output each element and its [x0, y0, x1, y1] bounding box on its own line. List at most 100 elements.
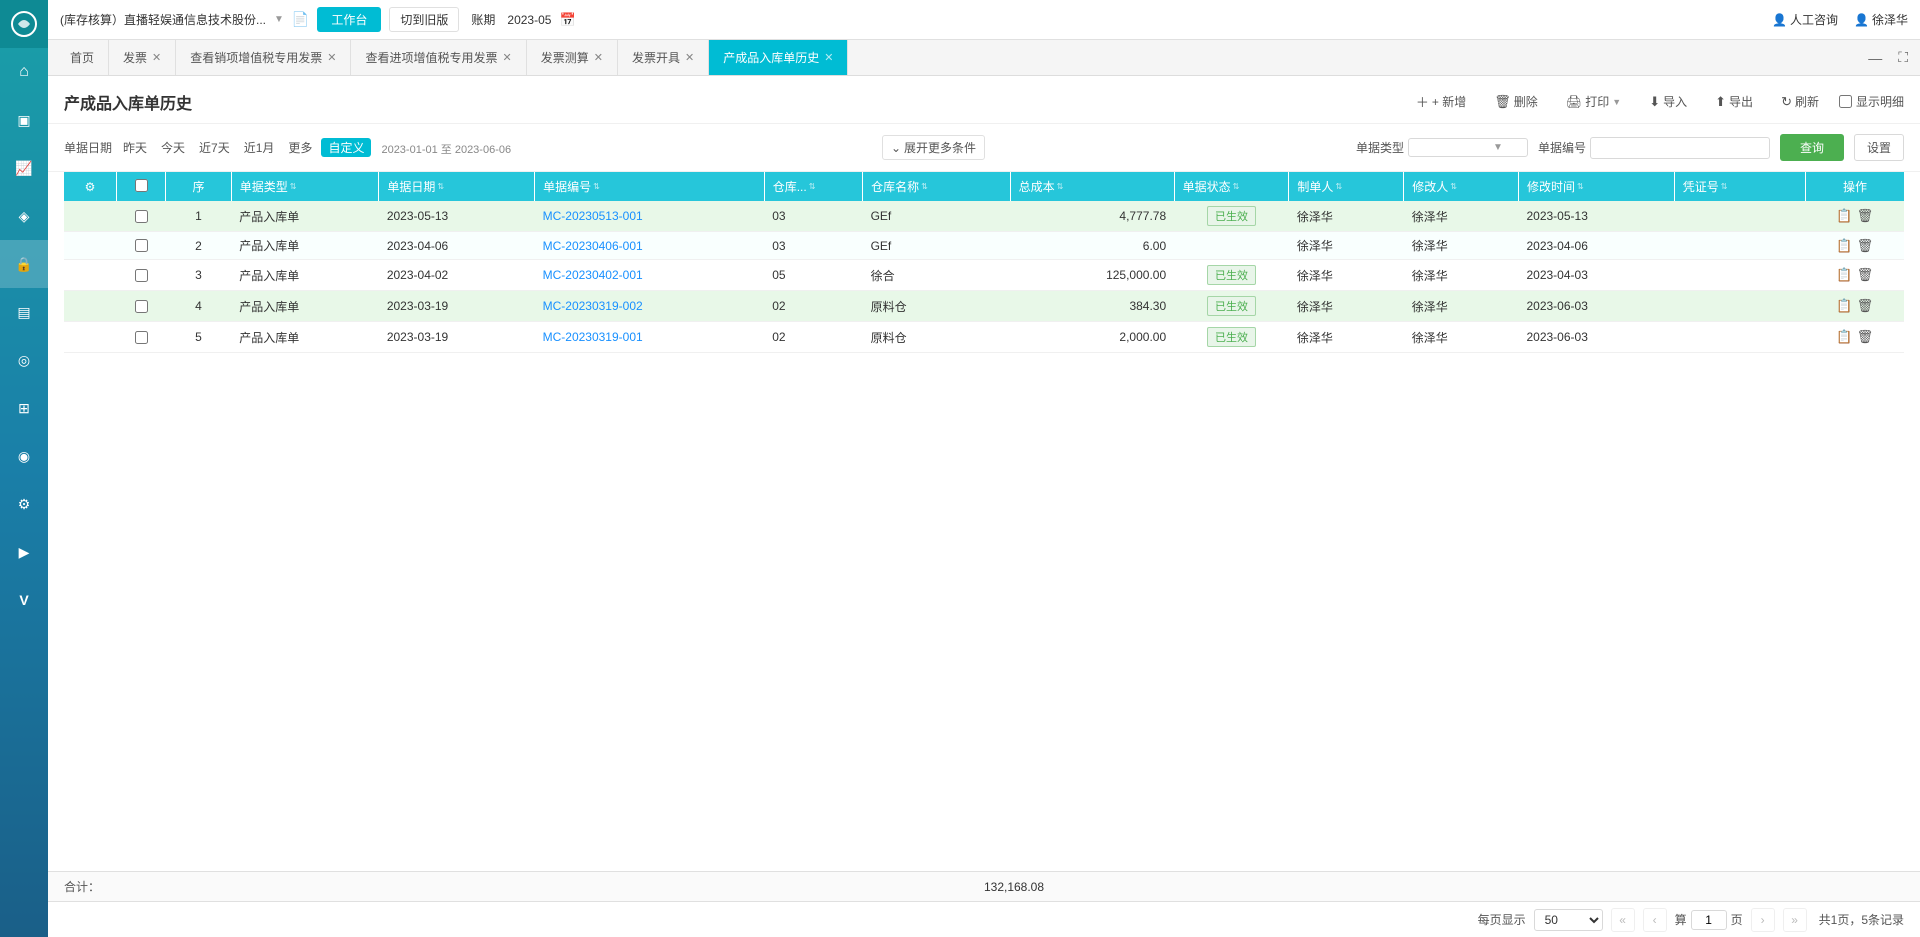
- select-all-checkbox[interactable]: [135, 179, 148, 192]
- last-page-button[interactable]: »: [1783, 908, 1807, 932]
- show-detail-checkbox[interactable]: [1839, 95, 1852, 108]
- tab-invoice[interactable]: 发票 ✕: [109, 40, 176, 76]
- tab-product-history[interactable]: 产成品入库单历史 ✕: [709, 40, 848, 76]
- tab-calc[interactable]: 发票测算 ✕: [527, 40, 618, 76]
- sidebar-item-module6[interactable]: ◉: [0, 432, 48, 480]
- tab-maximize-icon[interactable]: ⛶: [1894, 45, 1912, 70]
- export-button[interactable]: ⬆ 导出: [1707, 89, 1761, 114]
- filter-settings-button[interactable]: 设置: [1854, 134, 1904, 161]
- row-code[interactable]: MC-20230319-001: [535, 322, 765, 353]
- type-select[interactable]: ▼: [1408, 138, 1528, 157]
- row-wname: 原料仓: [863, 291, 1011, 322]
- date-7days-btn[interactable]: 近7天: [194, 138, 235, 157]
- tab-sales-vat[interactable]: 查看销项增值税专用发票 ✕: [176, 40, 351, 76]
- row-code-link[interactable]: MC-20230513-001: [543, 209, 643, 223]
- row-num: 2: [166, 232, 232, 260]
- sidebar-logo[interactable]: [0, 0, 48, 48]
- tab-open[interactable]: 发票开具 ✕: [618, 40, 709, 76]
- row-delete-icon[interactable]: 🗑: [1857, 298, 1874, 314]
- print-button[interactable]: 🖨 打印 ▼: [1558, 89, 1629, 114]
- row-code[interactable]: MC-20230319-002: [535, 291, 765, 322]
- row-code-link[interactable]: MC-20230319-002: [543, 299, 643, 313]
- pagination: 每页显示 50 100 200 « ‹ 算 页 › » 共1页，5条记录: [48, 901, 1920, 937]
- row-delete-icon[interactable]: 🗑: [1857, 329, 1874, 345]
- next-page-button[interactable]: ›: [1751, 908, 1775, 932]
- th-warehouse[interactable]: 仓库...⇅: [764, 172, 862, 201]
- th-date[interactable]: 单据日期⇅: [379, 172, 535, 201]
- th-voucher[interactable]: 凭证号⇅: [1674, 172, 1805, 201]
- switch-old-version-button[interactable]: 切到旧版: [389, 7, 459, 32]
- th-maker[interactable]: 制单人⇅: [1289, 172, 1404, 201]
- row-checkbox[interactable]: [135, 210, 148, 223]
- tab-sales-vat-close-icon[interactable]: ✕: [327, 51, 336, 64]
- tab-product-history-close-icon[interactable]: ✕: [824, 51, 833, 64]
- tab-invoice-close-icon[interactable]: ✕: [152, 51, 161, 64]
- row-code[interactable]: MC-20230406-001: [535, 232, 765, 260]
- row-checkbox[interactable]: [135, 331, 148, 344]
- doc-num-input[interactable]: [1590, 137, 1770, 159]
- sidebar-item-home[interactable]: ⌂: [0, 48, 48, 96]
- sidebar-item-module3[interactable]: ▤: [0, 288, 48, 336]
- row-delete-icon[interactable]: 🗑: [1857, 267, 1874, 283]
- row-delete-icon[interactable]: 🗑: [1857, 238, 1874, 254]
- row-edit-icon[interactable]: 📋: [1836, 267, 1852, 283]
- th-modifier[interactable]: 修改人⇅: [1404, 172, 1519, 201]
- show-detail-toggle[interactable]: 显示明细: [1839, 93, 1904, 110]
- row-code-link[interactable]: MC-20230402-001: [543, 268, 643, 282]
- calendar-icon[interactable]: 📅: [559, 12, 575, 28]
- tab-open-close-icon[interactable]: ✕: [685, 51, 694, 64]
- page-number-input[interactable]: [1691, 910, 1727, 930]
- row-code[interactable]: MC-20230513-001: [535, 201, 765, 232]
- row-code[interactable]: MC-20230402-001: [535, 260, 765, 291]
- sidebar-item-module4[interactable]: ◎: [0, 336, 48, 384]
- th-type[interactable]: 单据类型⇅: [231, 172, 379, 201]
- date-more-btn[interactable]: 更多: [283, 138, 317, 157]
- sidebar-item-security[interactable]: 🔒: [0, 240, 48, 288]
- th-code[interactable]: 单据编号⇅: [535, 172, 765, 201]
- row-checkbox[interactable]: [135, 300, 148, 313]
- th-wname[interactable]: 仓库名称⇅: [863, 172, 1011, 201]
- date-1month-btn[interactable]: 近1月: [239, 138, 280, 157]
- tab-purchase-vat[interactable]: 查看进项增值税专用发票 ✕: [351, 40, 526, 76]
- sidebar-item-module1[interactable]: ▣: [0, 96, 48, 144]
- row-checkbox[interactable]: [135, 239, 148, 252]
- th-cost[interactable]: 总成本⇅: [1010, 172, 1174, 201]
- tab-home[interactable]: 首页: [56, 40, 109, 76]
- tab-calc-close-icon[interactable]: ✕: [594, 51, 603, 64]
- delete-button[interactable]: 🗑 删除: [1486, 89, 1546, 114]
- sidebar-item-analytics[interactable]: 📈: [0, 144, 48, 192]
- sidebar-item-module5[interactable]: ⊞: [0, 384, 48, 432]
- date-today-btn[interactable]: 今天: [156, 138, 190, 157]
- tab-minimize-icon[interactable]: —: [1864, 46, 1886, 70]
- sidebar-item-play[interactable]: ▶: [0, 528, 48, 576]
- th-status[interactable]: 单据状态⇅: [1174, 172, 1289, 201]
- import-button[interactable]: ⬇ 导入: [1641, 89, 1695, 114]
- row-modtime: 2023-04-06: [1518, 232, 1674, 260]
- per-page-select[interactable]: 50 100 200: [1534, 909, 1603, 931]
- new-button[interactable]: ＋ + 新增: [1408, 88, 1474, 115]
- first-page-button[interactable]: «: [1611, 908, 1635, 932]
- row-edit-icon[interactable]: 📋: [1836, 208, 1852, 224]
- prev-page-button[interactable]: ‹: [1643, 908, 1667, 932]
- row-edit-icon[interactable]: 📋: [1836, 298, 1852, 314]
- th-modtime[interactable]: 修改时间⇅: [1518, 172, 1674, 201]
- sidebar-item-settings[interactable]: ⚙: [0, 480, 48, 528]
- sidebar-item-v[interactable]: V: [0, 576, 48, 624]
- row-code-link[interactable]: MC-20230319-001: [543, 330, 643, 344]
- refresh-button[interactable]: ↻ 刷新: [1773, 89, 1827, 114]
- row-checkbox[interactable]: [135, 269, 148, 282]
- query-button[interactable]: 查询: [1780, 134, 1844, 161]
- date-custom-tag[interactable]: 自定义: [321, 138, 371, 157]
- print-icon: 🖨: [1566, 94, 1583, 110]
- row-delete-icon[interactable]: 🗑: [1857, 208, 1874, 224]
- tab-purchase-vat-close-icon[interactable]: ✕: [503, 51, 512, 64]
- service-label[interactable]: 👤 人工咨询: [1772, 11, 1838, 28]
- workbench-button[interactable]: 工作台: [317, 7, 381, 32]
- row-code-link[interactable]: MC-20230406-001: [543, 239, 643, 253]
- row-edit-icon[interactable]: 📋: [1836, 238, 1852, 254]
- sidebar-item-module2[interactable]: ◈: [0, 192, 48, 240]
- expand-conditions-button[interactable]: ⌄ 展开更多条件: [882, 135, 985, 160]
- row-edit-icon[interactable]: 📋: [1836, 329, 1852, 345]
- date-yesterday-btn[interactable]: 昨天: [118, 138, 152, 157]
- user-info[interactable]: 👤 徐泽华: [1854, 11, 1908, 28]
